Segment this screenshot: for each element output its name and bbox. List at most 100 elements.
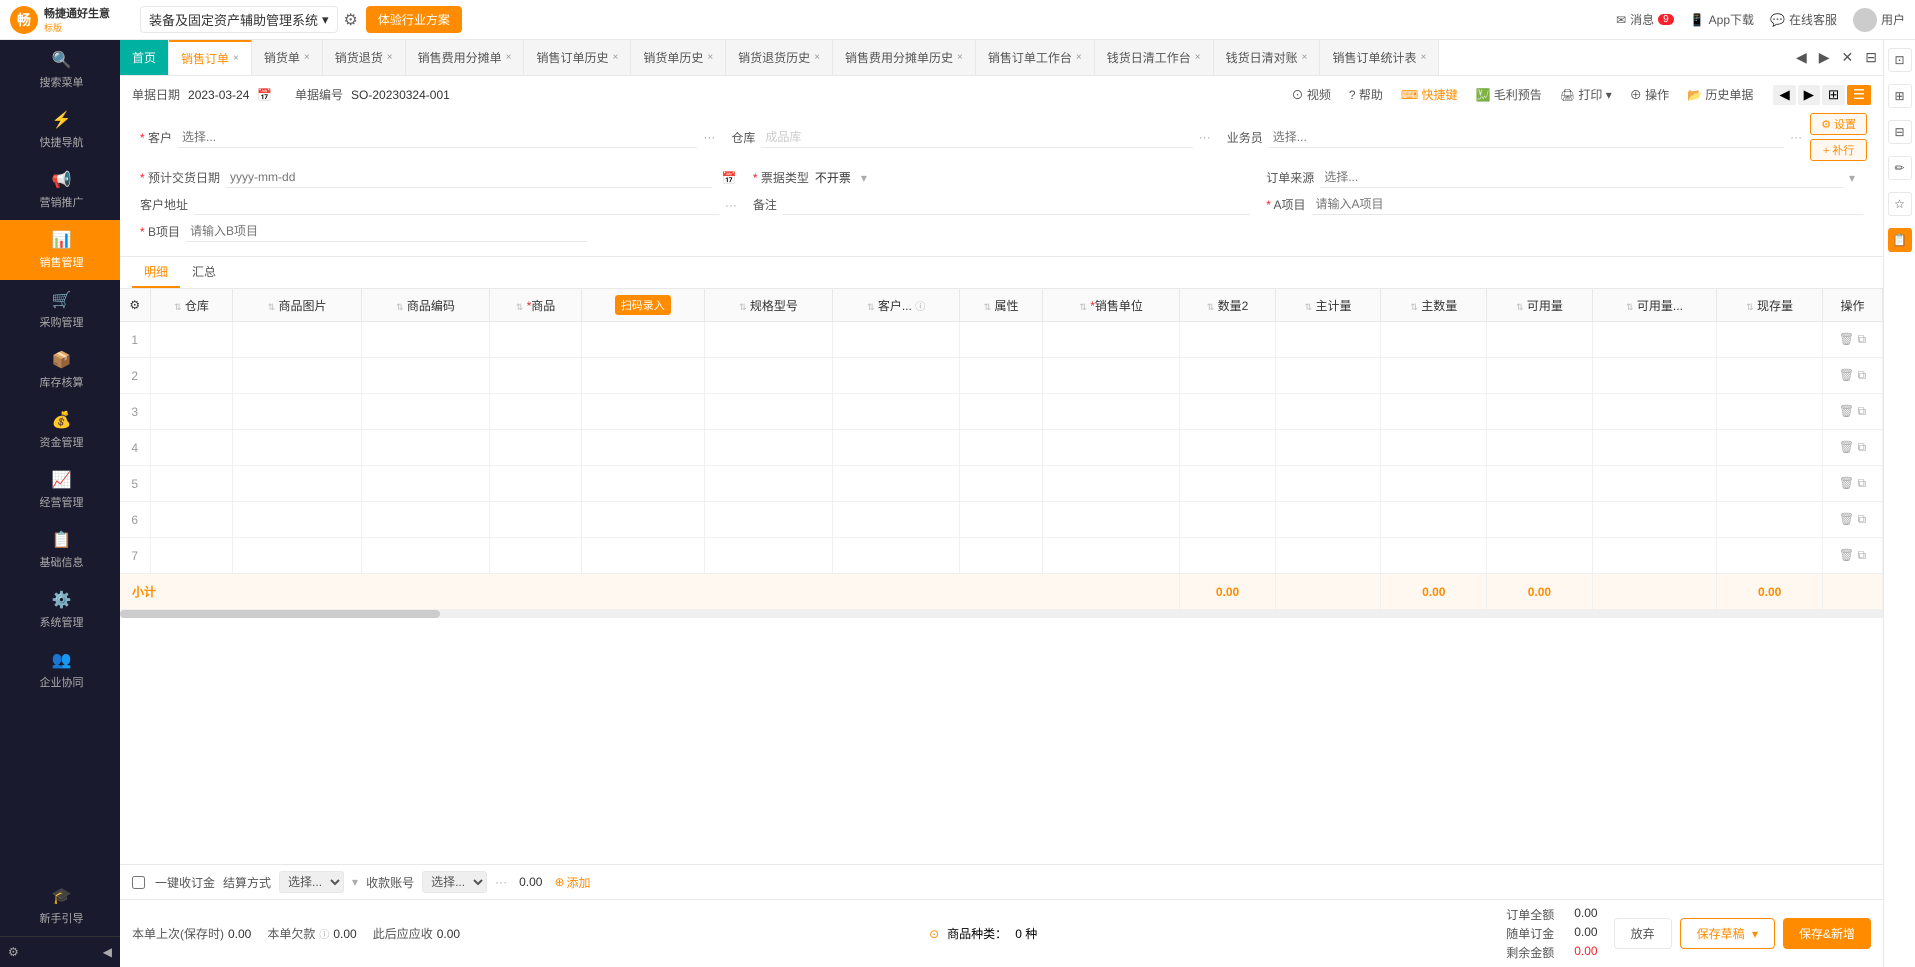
right-btn-5[interactable]: ☆ bbox=[1888, 192, 1912, 216]
customer-more-icon[interactable]: ··· bbox=[703, 130, 715, 144]
tab-more-button[interactable]: ⊟ bbox=[1859, 40, 1883, 76]
tab-home[interactable]: 首页 bbox=[120, 40, 169, 76]
scrollbar-thumb[interactable] bbox=[120, 610, 440, 618]
delete-icon[interactable]: 🗑 bbox=[1839, 476, 1854, 490]
tab-close-icon[interactable]: × bbox=[387, 52, 393, 63]
tab-close-icon[interactable]: × bbox=[612, 52, 618, 63]
copy-icon[interactable]: ⧉ bbox=[1858, 476, 1867, 490]
online-service-item[interactable]: 💬 在线客服 bbox=[1770, 11, 1837, 28]
shortcut-btn[interactable]: ⌨ 快捷键 bbox=[1395, 84, 1464, 105]
scan-button[interactable]: 扫码录入 bbox=[615, 295, 671, 315]
address-more-icon[interactable]: ··· bbox=[725, 198, 737, 212]
tab-close-icon[interactable]: × bbox=[304, 52, 310, 63]
toolbar-right-arrow[interactable]: ▶ bbox=[1798, 85, 1820, 105]
toolbar-list-icon[interactable]: ☰ bbox=[1847, 85, 1871, 105]
sidebar-item-inventory[interactable]: 📦 库存核算 bbox=[0, 340, 120, 400]
right-btn-6[interactable]: 📋 bbox=[1888, 228, 1912, 252]
sidebar-item-basic-info[interactable]: 📋 基础信息 bbox=[0, 520, 120, 580]
tab-sales-expense[interactable]: 销售费用分摊单 × bbox=[406, 40, 525, 76]
history-btn[interactable]: 📂 历史单据 bbox=[1681, 84, 1759, 105]
system-selector[interactable]: 装备及固定资产辅助管理系统 ▾ bbox=[140, 6, 338, 33]
tab-close-icon[interactable]: × bbox=[1302, 52, 1308, 63]
toolbar-left-arrow[interactable]: ◀ bbox=[1773, 85, 1795, 105]
sidebar-item-finance[interactable]: 💰 资金管理 bbox=[0, 400, 120, 460]
video-btn[interactable]: ⊙ 视频 bbox=[1286, 84, 1337, 105]
calendar-icon[interactable]: 📅 bbox=[257, 88, 272, 102]
save-draft-button[interactable]: 保存草稿 ▾ bbox=[1680, 918, 1775, 949]
sidebar-item-purchase[interactable]: 🛒 采购管理 bbox=[0, 280, 120, 340]
tab-slip-history[interactable]: 销货单历史 × bbox=[631, 40, 726, 76]
sidebar-item-enterprise[interactable]: 👥 企业协同 bbox=[0, 640, 120, 700]
sidebar-item-operations[interactable]: 📈 经营管理 bbox=[0, 460, 120, 520]
sidebar-item-marketing[interactable]: 📢 营销推广 bbox=[0, 160, 120, 220]
tab-prev-button[interactable]: ◀ bbox=[1790, 40, 1813, 76]
right-btn-3[interactable]: ⊟ bbox=[1888, 120, 1912, 144]
salesperson-more-icon[interactable]: ··· bbox=[1790, 130, 1802, 144]
account-select[interactable]: 选择... bbox=[422, 871, 487, 893]
user-item[interactable]: 用户 bbox=[1853, 8, 1905, 32]
tab-close-icon[interactable]: × bbox=[233, 53, 239, 64]
solution-button[interactable]: 体验行业方案 bbox=[366, 6, 462, 33]
profit-btn[interactable]: 💹 毛利预告 bbox=[1470, 84, 1548, 105]
order-source-dropdown[interactable]: ▾ bbox=[1849, 171, 1855, 185]
settle-method-select[interactable]: 选择... bbox=[279, 871, 344, 893]
table-scrollbar[interactable] bbox=[120, 610, 1883, 618]
add-button[interactable]: ⊕ 添加 bbox=[554, 874, 590, 891]
delete-icon[interactable]: 🗑 bbox=[1839, 332, 1854, 346]
tab-sales-order[interactable]: 销售订单 × bbox=[169, 40, 252, 76]
salesperson-input[interactable] bbox=[1269, 127, 1784, 148]
delete-icon[interactable]: 🗑 bbox=[1839, 404, 1854, 418]
toolbar-grid-icon[interactable]: ⊞ bbox=[1822, 85, 1845, 105]
sidebar-collapse-icon[interactable]: ⚙ bbox=[8, 945, 19, 959]
settings-button[interactable]: ⚙ 设置 bbox=[1810, 113, 1867, 135]
delete-icon[interactable]: 🗑 bbox=[1839, 512, 1854, 526]
sidebar-item-search[interactable]: 🔍 搜索菜单 bbox=[0, 40, 120, 100]
sidebar-item-system[interactable]: ⚙️ 系统管理 bbox=[0, 580, 120, 640]
copy-icon[interactable]: ⧉ bbox=[1858, 440, 1867, 454]
tab-order-workbench[interactable]: 销售订单工作台 × bbox=[976, 40, 1095, 76]
tab-close-icon[interactable]: × bbox=[1076, 52, 1082, 63]
tab-close-icon[interactable]: × bbox=[957, 52, 963, 63]
save-draft-dropdown[interactable]: ▾ bbox=[1752, 927, 1758, 941]
quick-settle-checkbox[interactable] bbox=[132, 876, 145, 889]
app-download-item[interactable]: 📱 App下载 bbox=[1690, 11, 1754, 28]
delete-icon[interactable]: 🗑 bbox=[1839, 548, 1854, 562]
tab-close-all-button[interactable]: ✕ bbox=[1836, 40, 1860, 76]
note-input[interactable] bbox=[783, 194, 1250, 215]
delete-icon[interactable]: 🗑 bbox=[1839, 440, 1854, 454]
sidebar-item-quicknav[interactable]: ⚡ 快捷导航 bbox=[0, 100, 120, 160]
tab-close-icon[interactable]: × bbox=[707, 52, 713, 63]
b-project-input[interactable] bbox=[186, 221, 587, 242]
tab-close-icon[interactable]: × bbox=[814, 52, 820, 63]
tab-daily-reconcile[interactable]: 钱货日清对账 × bbox=[1214, 40, 1321, 76]
tab-close-icon[interactable]: × bbox=[506, 52, 512, 63]
copy-icon[interactable]: ⧉ bbox=[1858, 332, 1867, 346]
a-project-input[interactable] bbox=[1312, 194, 1863, 215]
address-input[interactable] bbox=[194, 194, 719, 215]
account-more-icon[interactable]: ··· bbox=[495, 875, 507, 889]
operation-btn[interactable]: ⊕ 操作 bbox=[1624, 84, 1675, 105]
warehouse-input[interactable] bbox=[761, 127, 1192, 148]
tab-next-button[interactable]: ▶ bbox=[1813, 40, 1836, 76]
copy-icon[interactable]: ⧉ bbox=[1858, 404, 1867, 418]
tab-expense-history[interactable]: 销售费用分摊单历史 × bbox=[833, 40, 976, 76]
tab-detail[interactable]: 明细 bbox=[132, 257, 180, 288]
right-btn-1[interactable]: ⊡ bbox=[1888, 48, 1912, 72]
tab-summary[interactable]: 汇总 bbox=[180, 257, 228, 288]
tab-daily-workbench[interactable]: 钱货日清工作台 × bbox=[1095, 40, 1214, 76]
right-btn-4[interactable]: ✏ bbox=[1888, 156, 1912, 180]
tab-return-history[interactable]: 销货退货历史 × bbox=[726, 40, 833, 76]
tab-close-icon[interactable]: × bbox=[1420, 52, 1426, 63]
discard-button[interactable]: 放弃 bbox=[1614, 918, 1672, 949]
warehouse-more-icon[interactable]: ··· bbox=[1199, 130, 1211, 144]
sidebar-toggle-icon[interactable]: ◀ bbox=[103, 945, 112, 959]
tab-sales-return[interactable]: 销货退货 × bbox=[323, 40, 406, 76]
tab-sales-slip[interactable]: 销货单 × bbox=[252, 40, 323, 76]
help-btn[interactable]: ? 帮助 bbox=[1343, 84, 1389, 105]
add-row-button[interactable]: + 补行 bbox=[1810, 139, 1867, 161]
tab-order-stats[interactable]: 销售订单统计表 × bbox=[1320, 40, 1439, 76]
tab-close-icon[interactable]: × bbox=[1195, 52, 1201, 63]
print-btn[interactable]: 🖨 打印 ▾ bbox=[1554, 84, 1618, 105]
copy-icon[interactable]: ⧉ bbox=[1858, 512, 1867, 526]
sidebar-item-sales[interactable]: 📊 销售管理 bbox=[0, 220, 120, 280]
